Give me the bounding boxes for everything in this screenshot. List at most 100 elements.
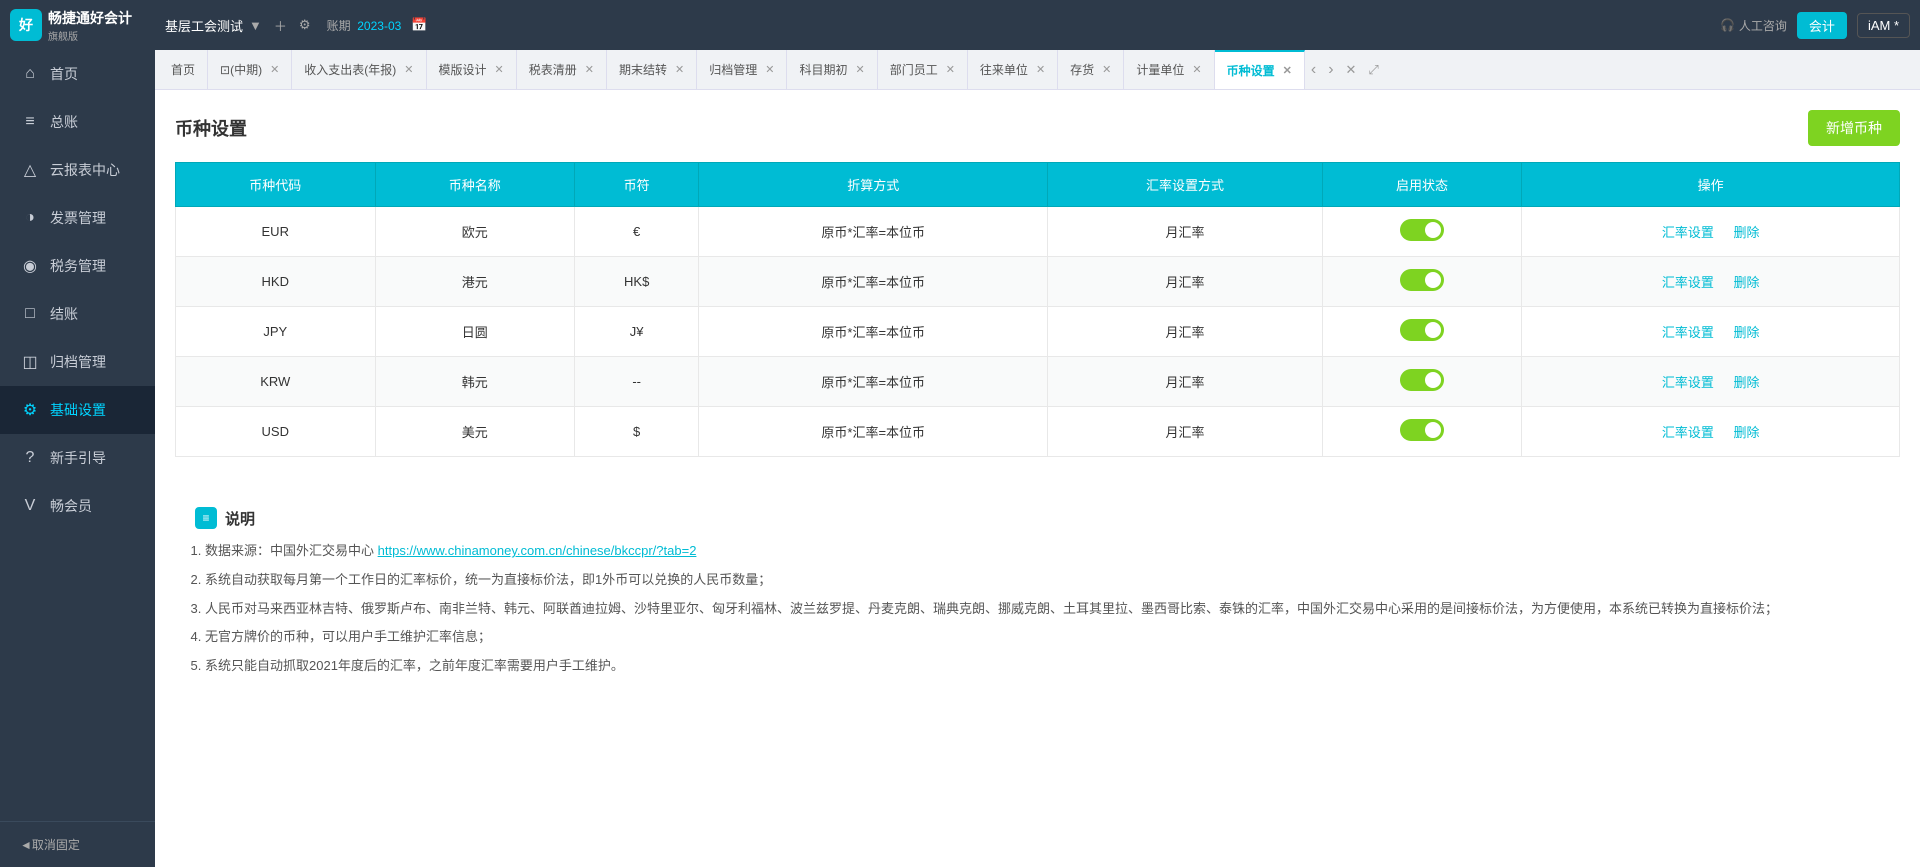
basic-icon: ⚙ xyxy=(20,400,40,420)
tab-subject[interactable]: 科目期初 ✕ xyxy=(787,50,877,89)
currency-table: 币种代码 币种名称 币符 折算方式 汇率设置方式 启用状态 操作 EUR 欧元 … xyxy=(175,162,1900,457)
tab-period-close[interactable]: ✕ xyxy=(675,63,684,76)
settle-icon: □ xyxy=(20,305,40,323)
tab-template-close[interactable]: ✕ xyxy=(495,63,504,76)
tab-close-all-btn[interactable]: ✕ xyxy=(1340,62,1363,78)
rate-setting-link-4[interactable]: 汇率设置 xyxy=(1662,425,1714,440)
sidebar-item-ledger[interactable]: ≡ 总账 xyxy=(0,98,155,146)
sidebar-label-invoice: 发票管理 xyxy=(50,208,106,228)
cell-code-4: USD xyxy=(176,407,376,457)
tabs-bar: 首页 ⊡(中期) ✕ 收入支出表(年报) ✕ 模版设计 ✕ 税表清册 ✕ xyxy=(155,50,1920,90)
toggle-enabled-1[interactable] xyxy=(1400,269,1444,291)
col-calc: 折算方式 xyxy=(699,163,1048,207)
tab-archivemgr-close[interactable]: ✕ xyxy=(765,63,774,76)
header: 好 畅捷通好会计 旗舰版 基层工会测试 ▼ ＋ ⚙ 账期 2023-03 📅 🎧… xyxy=(0,0,1920,50)
archive-icon: ◫ xyxy=(20,352,40,372)
tax-icon: ◉ xyxy=(20,256,40,276)
tab-contact[interactable]: 往来单位 ✕ xyxy=(968,50,1058,89)
cell-symbol-2: J¥ xyxy=(575,307,699,357)
delete-link-4[interactable]: 删除 xyxy=(1733,425,1759,440)
note-link[interactable]: https://www.chinamoney.com.cn/chinese/bk… xyxy=(378,543,697,558)
cell-status-3 xyxy=(1322,357,1522,407)
tab-contact-label: 往来单位 xyxy=(980,61,1028,78)
calendar-icon[interactable]: 📅 xyxy=(411,17,427,33)
tab-home-label: 首页 xyxy=(171,61,195,78)
tab-archivemgr[interactable]: 归档管理 ✕ xyxy=(697,50,787,89)
rate-setting-link-3[interactable]: 汇率设置 xyxy=(1662,375,1714,390)
tab-department-close[interactable]: ✕ xyxy=(946,63,955,76)
toggle-enabled-4[interactable] xyxy=(1400,419,1444,441)
tab-taxclear[interactable]: 税表清册 ✕ xyxy=(517,50,607,89)
account-button[interactable]: 会计 xyxy=(1797,12,1847,39)
rate-setting-link-2[interactable]: 汇率设置 xyxy=(1662,325,1714,340)
tab-unit-close[interactable]: ✕ xyxy=(1192,63,1201,76)
support-link[interactable]: 🎧 人工咨询 xyxy=(1720,17,1787,34)
sidebar-label-guide: 新手引导 xyxy=(50,448,106,468)
member-icon: V xyxy=(20,497,40,515)
add-project-icon[interactable]: ＋ xyxy=(274,16,287,35)
tab-unit[interactable]: 计量单位 ✕ xyxy=(1124,50,1214,89)
tab-inventory[interactable]: 存货 ✕ xyxy=(1058,50,1124,89)
sidebar-item-home[interactable]: ⌂ 首页 xyxy=(0,50,155,98)
delete-link-3[interactable]: 删除 xyxy=(1733,375,1759,390)
toggle-enabled-0[interactable] xyxy=(1400,219,1444,241)
col-code: 币种代码 xyxy=(176,163,376,207)
toggle-enabled-3[interactable] xyxy=(1400,369,1444,391)
dropdown-icon[interactable]: ▼ xyxy=(249,18,262,33)
tab-income[interactable]: 收入支出表(年报) ✕ xyxy=(292,50,426,89)
tab-balance-close[interactable]: ✕ xyxy=(270,63,279,76)
tab-template[interactable]: 模版设计 ✕ xyxy=(427,50,517,89)
sidebar-item-archive[interactable]: ◫ 归档管理 xyxy=(0,338,155,386)
tab-template-label: 模版设计 xyxy=(439,61,487,78)
cell-status-1 xyxy=(1322,257,1522,307)
sidebar-item-invoice[interactable]: ◑ 发票管理 xyxy=(0,194,155,242)
tab-home[interactable]: 首页 xyxy=(159,50,208,89)
pin-toggle[interactable]: ◄取消固定 xyxy=(0,821,155,867)
note-icon: ≡ xyxy=(195,507,217,529)
tab-inventory-close[interactable]: ✕ xyxy=(1102,63,1111,76)
cell-symbol-3: -- xyxy=(575,357,699,407)
header-project: 基层工会测试 ▼ ＋ ⚙ 账期 2023-03 📅 xyxy=(165,16,1720,35)
new-currency-button[interactable]: 新增币种 xyxy=(1808,110,1900,146)
sidebar-item-basic[interactable]: ⚙ 基础设置 xyxy=(0,386,155,434)
cell-status-0 xyxy=(1322,207,1522,257)
tab-income-close[interactable]: ✕ xyxy=(404,63,413,76)
cell-name-4: 美元 xyxy=(375,407,575,457)
tab-contact-close[interactable]: ✕ xyxy=(1036,63,1045,76)
user-label[interactable]: iAM * xyxy=(1857,13,1910,38)
tab-currency-close[interactable]: ✕ xyxy=(1283,64,1292,77)
tab-currency[interactable]: 币种设置 ✕ xyxy=(1215,50,1305,89)
rate-setting-link-1[interactable]: 汇率设置 xyxy=(1662,275,1714,290)
tab-subject-close[interactable]: ✕ xyxy=(855,63,864,76)
delete-link-0[interactable]: 删除 xyxy=(1733,225,1759,240)
settings-icon[interactable]: ⚙ xyxy=(299,17,311,33)
cell-code-3: KRW xyxy=(176,357,376,407)
col-rate-type: 汇率设置方式 xyxy=(1048,163,1323,207)
note-title: ≡ 说明 xyxy=(195,507,1880,529)
sidebar-item-reports[interactable]: △ 云报表中心 xyxy=(0,146,155,194)
cell-rate-4: 月汇率 xyxy=(1048,407,1323,457)
toggle-enabled-2[interactable] xyxy=(1400,319,1444,341)
table-row: USD 美元 $ 原币*汇率=本位币 月汇率 汇率设置 删除 xyxy=(176,407,1900,457)
cell-symbol-0: € xyxy=(575,207,699,257)
tab-next-btn[interactable]: › xyxy=(1322,61,1339,79)
tab-period[interactable]: 期末结转 ✕ xyxy=(607,50,697,89)
rate-setting-link-0[interactable]: 汇率设置 xyxy=(1662,225,1714,240)
tab-taxclear-close[interactable]: ✕ xyxy=(585,63,594,76)
delete-link-2[interactable]: 删除 xyxy=(1733,325,1759,340)
sidebar-item-tax[interactable]: ◉ 税务管理 xyxy=(0,242,155,290)
reports-icon: △ xyxy=(20,160,40,180)
cell-calc-3: 原币*汇率=本位币 xyxy=(699,357,1048,407)
logo-sub: 旗舰版 xyxy=(48,28,132,43)
sidebar-item-guide[interactable]: ? 新手引导 xyxy=(0,434,155,482)
delete-link-1[interactable]: 删除 xyxy=(1733,275,1759,290)
tab-prev-btn[interactable]: ‹ xyxy=(1305,61,1322,79)
tab-maximize-btn[interactable]: ⤢ xyxy=(1362,62,1384,78)
sidebar-item-member[interactable]: V 畅会员 xyxy=(0,482,155,530)
tab-balance[interactable]: ⊡(中期) ✕ xyxy=(208,50,292,89)
table-row: KRW 韩元 -- 原币*汇率=本位币 月汇率 汇率设置 删除 xyxy=(176,357,1900,407)
tab-department[interactable]: 部门员工 ✕ xyxy=(878,50,968,89)
cell-action-0: 汇率设置 删除 xyxy=(1522,207,1900,257)
tab-department-label: 部门员工 xyxy=(890,61,938,78)
sidebar-item-settle[interactable]: □ 结账 xyxy=(0,290,155,338)
